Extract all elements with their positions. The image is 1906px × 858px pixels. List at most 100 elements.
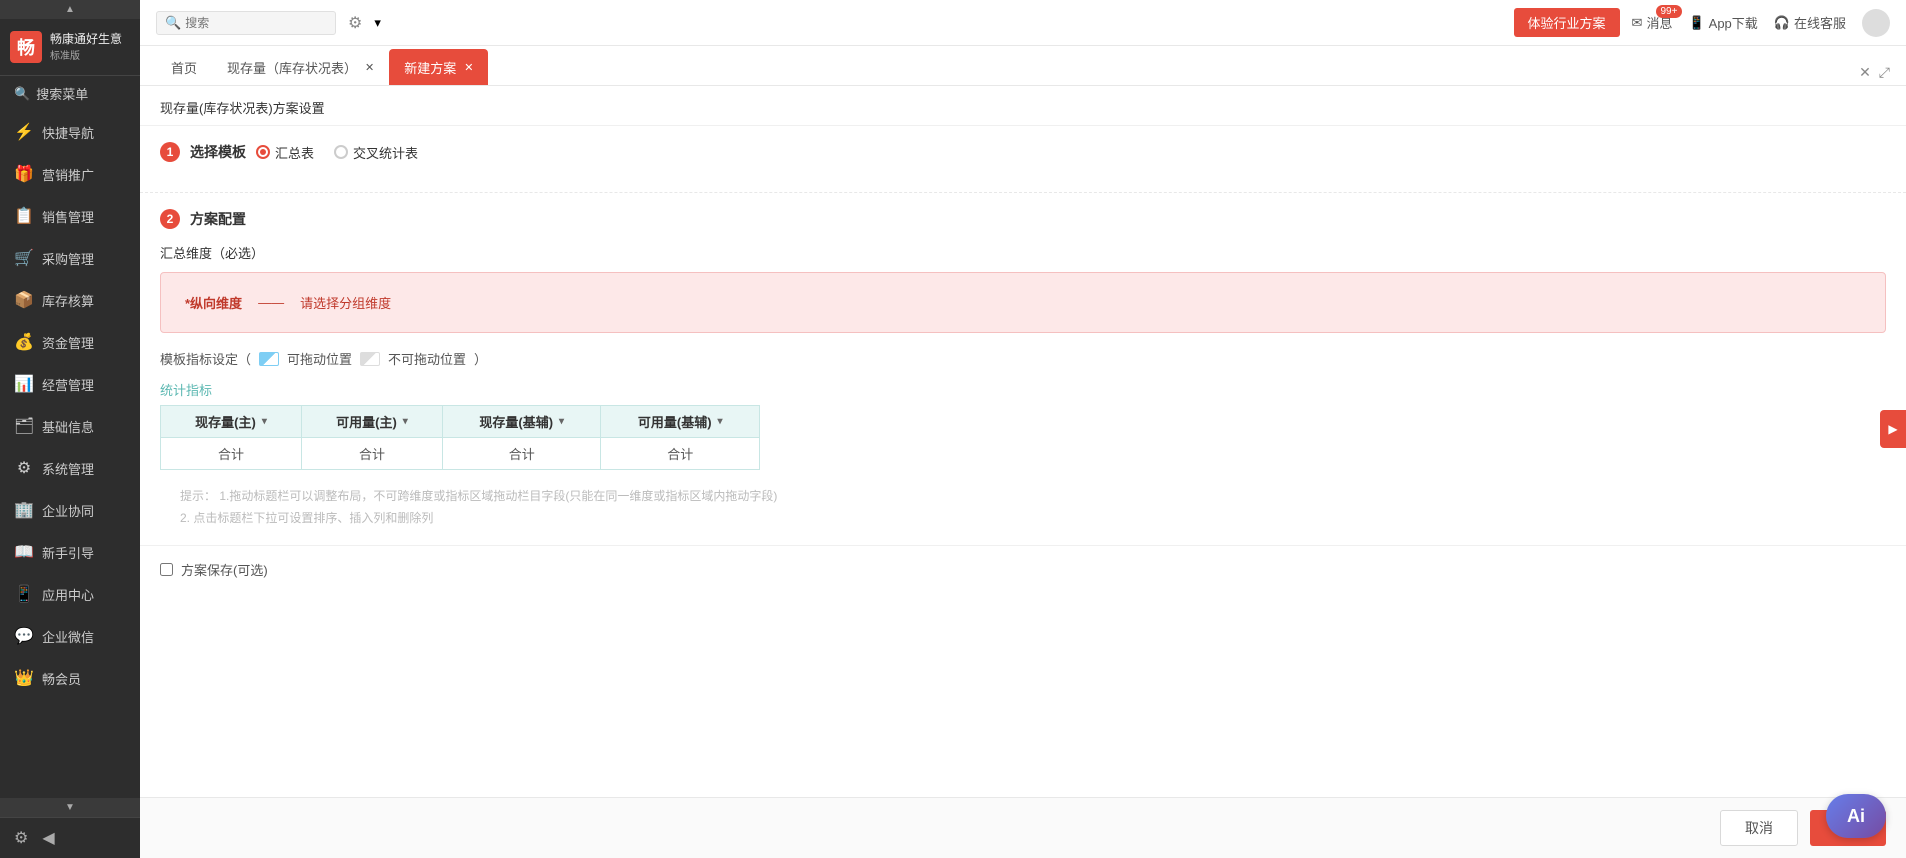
inventory-icon: 📦 [14,290,34,310]
movable-label: 可拖动位置 [287,349,352,368]
col3-summary: 合计 [442,438,601,470]
sidebar-search[interactable]: 🔍 搜索菜单 [0,76,140,111]
col2-summary: 合计 [301,438,442,470]
sidebar-item-vip[interactable]: 👑 畅会员 [0,657,140,699]
brand-name: 畅康通好生意 [50,32,122,48]
col2-label: 可用量(主) [336,412,397,431]
fixed-label: 不可拖动位置 [388,349,466,368]
header-gear-icon[interactable]: ⚙ [348,13,362,33]
tips-section: 提示： 1.拖动标题栏可以调整布局，不可跨维度或指标区域拖动栏目字段(只能在同一… [160,486,1886,529]
main-area: 🔍 ⚙ ▾ 体验行业方案 ✉ 消息 99+ 📱 App下载 🎧 在线客服 [140,0,1906,858]
tab-inventory-status-label: 现存量（库存状况表） [227,58,357,77]
sidebar-item-system[interactable]: ⚙ 系统管理 [0,447,140,489]
tab-inventory-close-icon[interactable]: ✕ [365,61,374,74]
avatar[interactable] [1862,9,1890,37]
tip-line1: 提示： 1.拖动标题栏可以调整布局，不可跨维度或指标区域拖动栏目字段(只能在同一… [180,486,1866,508]
purchase-icon: 🛒 [14,248,34,268]
message-icon: ✉ [1632,15,1643,31]
indicator-label-start: 模板指标设定（ [160,349,251,368]
sidebar-scroll-down[interactable]: ▼ [0,798,140,817]
app-label: App下载 [1709,13,1758,32]
sidebar-item-new-guide[interactable]: 📖 新手引导 [0,531,140,573]
save-plan-checkbox[interactable] [160,563,173,576]
tab-inventory-status[interactable]: 现存量（库存状况表） ✕ [212,49,389,85]
step1-label: 1 选择模板 汇总表 交叉统计表 [160,142,1886,162]
customer-service-item[interactable]: 🎧 在线客服 [1774,13,1846,32]
required-dimension-box: *纵向维度 —— 请选择分组维度 [160,272,1886,333]
system-icon: ⚙ [14,458,34,478]
tip-line2: 2. 点击标题栏下拉可设置排序、插入列和删除列 [180,508,1866,530]
marketing-icon: 🎁 [14,164,34,184]
radio-cross-label: 交叉统计表 [353,143,418,162]
sidebar-item-basic-info[interactable]: 🗂 基础信息 [0,405,140,447]
required-dimension-row: *纵向维度 —— 请选择分组维度 [185,293,1861,312]
tabs-bar: 首页 现存量（库存状况表） ✕ 新建方案 ✕ ✕ ⤢ [140,46,1906,86]
sidebar-bottom: ⚙ ◀ [0,817,140,858]
col-header-3: 现存量(基辅) ▾ [442,406,601,438]
step2-label: 2 方案配置 [160,209,1886,229]
header-right: ✉ 消息 99+ 📱 App下载 🎧 在线客服 [1632,9,1890,37]
req-dash: —— [258,295,284,310]
industry-plan-button[interactable]: 体验行业方案 [1514,8,1620,37]
req-placeholder: 请选择分组维度 [300,293,391,312]
col1-label: 现存量(主) [195,412,256,431]
sidebar-item-app-center[interactable]: 📱 应用中心 [0,573,140,615]
col2-chevron[interactable]: ▾ [403,416,408,427]
app-icon: 📱 [1688,15,1704,31]
step2-title: 方案配置 [190,209,246,229]
col3-chevron[interactable]: ▾ [559,416,564,427]
message-item[interactable]: ✉ 消息 99+ [1632,13,1673,32]
sidebar-item-inventory[interactable]: 📦 库存核算 [0,279,140,321]
table-header-row: 现存量(主) ▾ 可用量(主) ▾ [161,406,760,438]
message-badge: 99+ [1656,5,1683,18]
col1-chevron[interactable]: ▾ [262,416,267,427]
sidebar-item-label: 应用中心 [42,585,94,604]
indicator-legend: 模板指标设定（ 可拖动位置 不可拖动位置 ） [160,349,1886,368]
sidebar-item-enterprise[interactable]: 🏢 企业协同 [0,489,140,531]
sidebar-item-wechat[interactable]: 💬 企业微信 [0,615,140,657]
tab-new-plan[interactable]: 新建方案 ✕ [389,49,488,85]
sidebar-item-sales[interactable]: 📋 销售管理 [0,195,140,237]
sidebar-item-operations[interactable]: 📊 经营管理 [0,363,140,405]
search-icon: 🔍 [14,86,30,102]
header-search-box[interactable]: 🔍 [156,11,336,35]
sidebar-item-finance[interactable]: 💰 资金管理 [0,321,140,363]
cancel-button[interactable]: 取消 [1720,810,1798,846]
header-dropdown-icon[interactable]: ▾ [374,15,381,31]
sales-icon: 📋 [14,206,34,226]
tab-new-plan-close-icon[interactable]: ✕ [464,61,473,74]
sidebar-item-label: 销售管理 [42,207,94,226]
tab-home-label: 首页 [171,58,197,77]
sidebar-item-label: 系统管理 [42,459,94,478]
col4-chevron[interactable]: ▾ [718,416,723,427]
sidebar-scroll-up[interactable]: ▲ [0,0,140,19]
expand-panel-icon[interactable]: ⤢ [1879,64,1890,81]
app-download-item[interactable]: 📱 App下载 [1688,13,1757,32]
right-float-tab[interactable]: ▶ [1880,410,1906,448]
summary-dimension-title: 汇总维度（必选） [160,243,1886,262]
sidebar-nav: ⚡ 快捷导航 🎁 营销推广 📋 销售管理 🛒 采购管理 📦 库存核算 💰 资金管… [0,111,140,798]
search-input[interactable] [185,16,315,30]
app-center-icon: 📱 [14,584,34,604]
ai-button[interactable]: Ai [1826,794,1886,838]
settings-bottom-icon[interactable]: ⚙ [14,828,28,848]
sidebar-item-purchase[interactable]: 🛒 采购管理 [0,237,140,279]
save-plan-label: 方案保存(可选) [181,560,268,579]
sidebar-item-label: 资金管理 [42,333,94,352]
sidebar-item-label: 营销推广 [42,165,94,184]
radio-cross[interactable]: 交叉统计表 [334,143,418,162]
indicator-label-end: ） [474,349,487,368]
radio-summary[interactable]: 汇总表 [256,143,314,162]
sidebar-item-label: 采购管理 [42,249,94,268]
step1-section: 1 选择模板 汇总表 交叉统计表 [140,126,1906,193]
sidebar-item-label: 经营管理 [42,375,94,394]
close-panel-icon[interactable]: ✕ [1859,64,1871,81]
wechat-icon: 💬 [14,626,34,646]
search-box-icon: 🔍 [165,15,181,31]
step2-section: 2 方案配置 汇总维度（必选） *纵向维度 —— 请选择分组维度 模板指标设定（… [140,193,1906,545]
sidebar-item-label: 库存核算 [42,291,94,310]
tab-home[interactable]: 首页 [156,49,212,85]
sidebar-item-quick-nav[interactable]: ⚡ 快捷导航 [0,111,140,153]
collapse-sidebar-icon[interactable]: ◀ [42,828,54,848]
sidebar-item-marketing[interactable]: 🎁 营销推广 [0,153,140,195]
